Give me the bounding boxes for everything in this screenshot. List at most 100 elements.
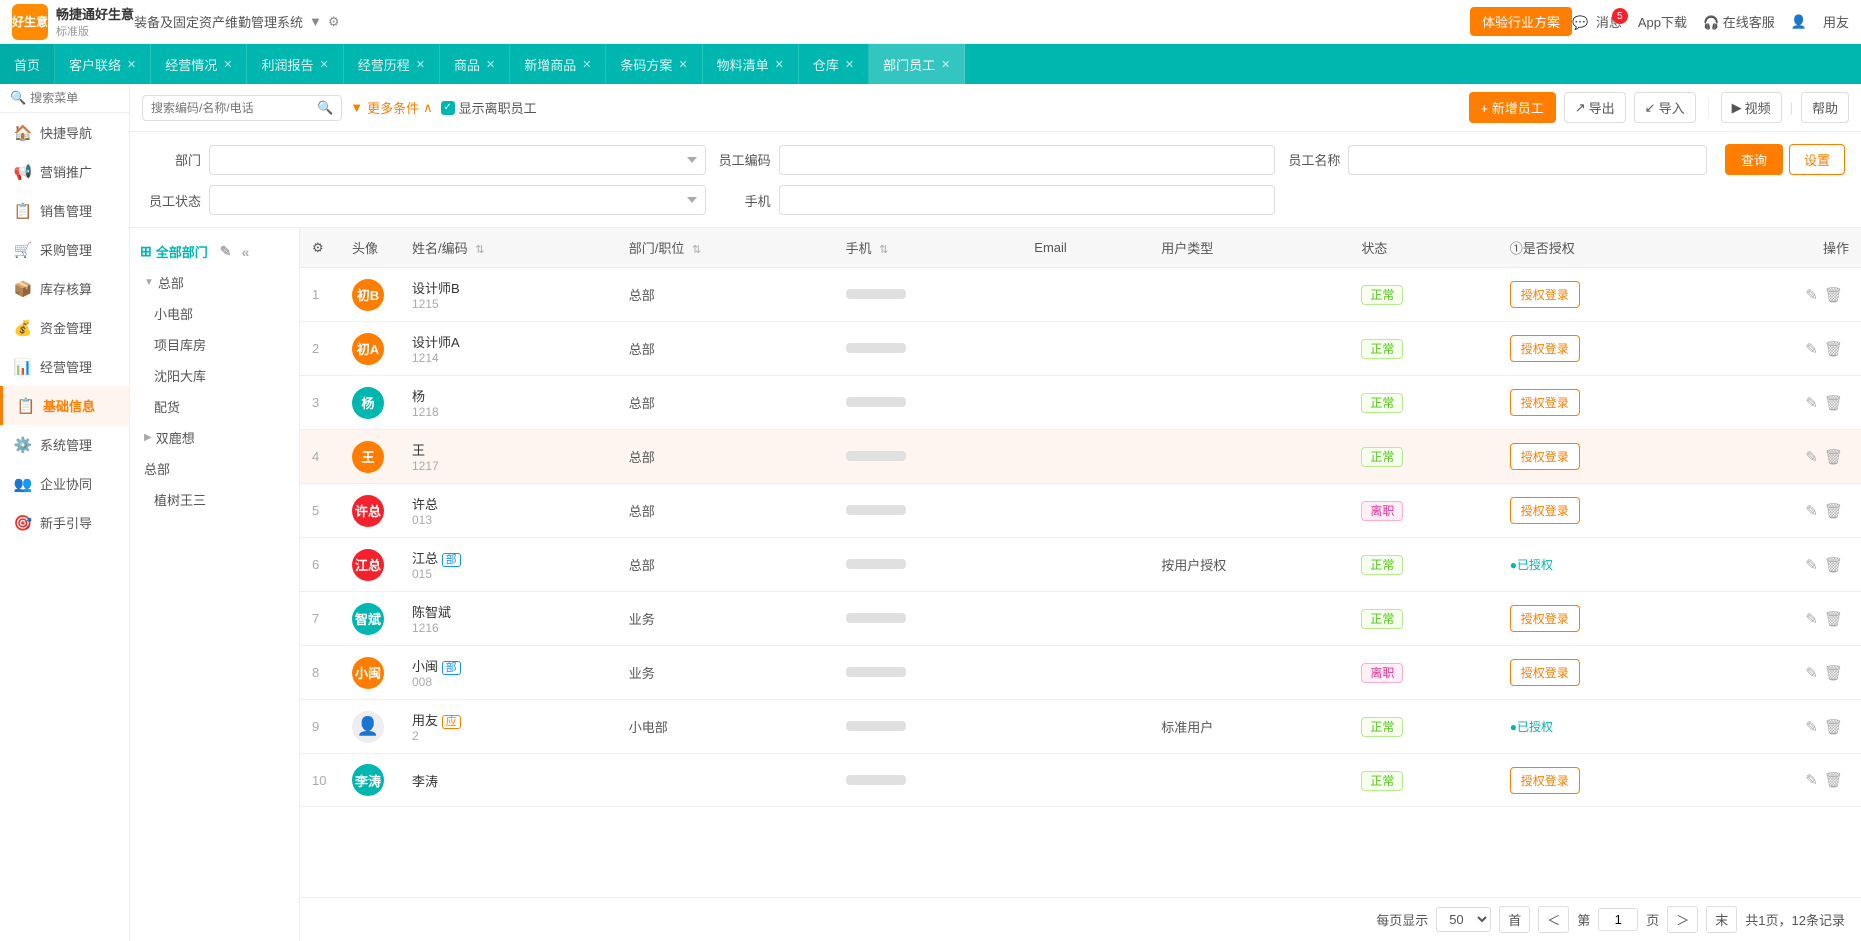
sidebar-item-basic[interactable]: 📋 基础信息	[0, 386, 129, 425]
row-auth[interactable]: 授权登录	[1498, 322, 1709, 376]
tab-warehouse[interactable]: 仓库✕	[799, 44, 869, 84]
help-btn[interactable]: 帮助	[1801, 92, 1849, 123]
settings-icon[interactable]: ⚙	[328, 14, 340, 30]
edit-icon[interactable]: ✎	[1805, 719, 1818, 736]
delete-icon[interactable]: 🗑	[1824, 287, 1843, 304]
dept-shenyang[interactable]: 沈阳大库	[130, 360, 299, 391]
col-dept-pos[interactable]: 部门/职位 ⇅	[617, 228, 834, 268]
prev-page-btn[interactable]: ＜	[1538, 906, 1569, 933]
delete-icon[interactable]: 🗑	[1824, 503, 1843, 520]
sidebar-item-marketing[interactable]: 📢 营销推广	[0, 152, 129, 191]
edit-icon[interactable]: ✎	[1805, 287, 1818, 304]
query-btn[interactable]: 查询	[1725, 144, 1783, 175]
reset-btn[interactable]: 设置	[1789, 144, 1845, 175]
sidebar-item-guide[interactable]: 🎯 新手引导	[0, 503, 129, 542]
col-name-code[interactable]: 姓名/编码 ⇅	[400, 228, 617, 268]
edit-icon[interactable]: ✎	[1805, 503, 1818, 520]
sidebar-item-collab[interactable]: 👥 企业协同	[0, 464, 129, 503]
sidebar-item-inventory[interactable]: 📦 库存核算	[0, 269, 129, 308]
dept-edit-icon[interactable]: ✎	[220, 243, 232, 260]
auth-login-btn[interactable]: 授权登录	[1510, 767, 1580, 794]
show-resigned-toggle[interactable]: ✓ 显示离职员工	[441, 98, 537, 117]
app-download[interactable]: App下载	[1638, 12, 1687, 31]
search-input[interactable]	[151, 101, 311, 115]
tab-add-goods[interactable]: 新增商品✕	[510, 44, 606, 84]
col-phone[interactable]: 手机 ⇅	[834, 228, 1023, 268]
dept-small-elec[interactable]: 小电部	[130, 298, 299, 329]
tab-history[interactable]: 经营历程✕	[344, 44, 440, 84]
delete-icon[interactable]: 🗑	[1824, 341, 1843, 358]
delete-icon[interactable]: 🗑	[1824, 611, 1843, 628]
dept-project[interactable]: 项目库房	[130, 329, 299, 360]
add-employee-btn[interactable]: + 新增员工	[1469, 92, 1556, 123]
row-auth[interactable]: 授权登录	[1498, 268, 1709, 322]
row-auth[interactable]: 授权登录	[1498, 376, 1709, 430]
delete-icon[interactable]: 🗑	[1824, 395, 1843, 412]
page-input[interactable]	[1598, 908, 1638, 931]
dept-distribution[interactable]: 配货	[130, 391, 299, 422]
import-btn[interactable]: ↙ 导入	[1634, 92, 1696, 123]
sidebar-search-input[interactable]	[30, 91, 130, 105]
sidebar-search-box[interactable]: 🔍	[0, 84, 129, 113]
sidebar-item-sales[interactable]: 📋 销售管理	[0, 191, 129, 230]
dept-collapse-icon[interactable]: «	[241, 244, 249, 260]
search-box[interactable]: 🔍	[142, 95, 342, 121]
sidebar-item-home[interactable]: 🏠 快捷导航	[0, 113, 129, 152]
emp-code-input[interactable]	[779, 145, 1276, 175]
auth-login-btn[interactable]: 授权登录	[1510, 659, 1580, 686]
edit-icon[interactable]: ✎	[1805, 341, 1818, 358]
edit-icon[interactable]: ✎	[1805, 449, 1818, 466]
dept-double-deer[interactable]: ▶ 双鹿想	[130, 422, 299, 453]
export-btn[interactable]: ↗ 导出	[1564, 92, 1626, 123]
first-page-btn[interactable]: 首	[1499, 906, 1530, 933]
tab-profit[interactable]: 利润报告✕	[247, 44, 343, 84]
auth-login-btn[interactable]: 授权登录	[1510, 389, 1580, 416]
auth-login-btn[interactable]: 授权登录	[1510, 281, 1580, 308]
edit-icon[interactable]: ✎	[1805, 395, 1818, 412]
dept-hq[interactable]: 总部	[130, 453, 299, 484]
edit-icon[interactable]: ✎	[1805, 557, 1818, 574]
auth-login-btn[interactable]: 授权登录	[1510, 443, 1580, 470]
edit-icon[interactable]: ✎	[1805, 665, 1818, 682]
last-page-btn[interactable]: 末	[1706, 906, 1737, 933]
delete-icon[interactable]: 🗑	[1824, 665, 1843, 682]
dept-general-item[interactable]: ▼ 总部	[130, 267, 299, 298]
sidebar-item-purchase[interactable]: 🛒 采购管理	[0, 230, 129, 269]
trial-button[interactable]: 体验行业方案	[1470, 7, 1572, 36]
row-auth[interactable]: 授权登录	[1498, 430, 1709, 484]
delete-icon[interactable]: 🗑	[1824, 449, 1843, 466]
col-settings[interactable]: ⚙	[300, 228, 340, 268]
dept-select[interactable]	[209, 145, 706, 175]
auth-login-btn[interactable]: 授权登录	[1510, 335, 1580, 362]
sidebar-item-system[interactable]: ⚙️ 系统管理	[0, 425, 129, 464]
message-badge[interactable]: 💬 5 消息	[1572, 12, 1622, 31]
delete-icon[interactable]: 🗑	[1824, 772, 1843, 789]
tab-department[interactable]: 部门员工✕	[869, 44, 965, 84]
per-page-select[interactable]: 50 20 100	[1436, 907, 1491, 932]
tab-barcode[interactable]: 条码方案✕	[606, 44, 702, 84]
edit-icon[interactable]: ✎	[1805, 611, 1818, 628]
sidebar-item-finance[interactable]: 💰 资金管理	[0, 308, 129, 347]
edit-icon[interactable]: ✎	[1805, 772, 1818, 789]
auth-login-btn[interactable]: 授权登录	[1510, 497, 1580, 524]
tab-customer[interactable]: 客户联络✕	[55, 44, 151, 84]
emp-status-select[interactable]	[209, 185, 706, 215]
row-auth[interactable]: 授权登录	[1498, 754, 1709, 807]
row-auth[interactable]: 授权登录	[1498, 484, 1709, 538]
tab-management[interactable]: 经营情况✕	[151, 44, 247, 84]
delete-icon[interactable]: 🗑	[1824, 557, 1843, 574]
all-dept-btn[interactable]: ⊞ 全部部门	[140, 242, 208, 261]
expand-icon[interactable]: ▼	[309, 14, 322, 29]
row-auth[interactable]: 授权登录	[1498, 592, 1709, 646]
tab-bom[interactable]: 物料清单✕	[703, 44, 799, 84]
search-icon[interactable]: 🔍	[317, 100, 333, 116]
more-filter-btn[interactable]: ▼ 更多条件 ∧	[350, 98, 432, 117]
next-page-btn[interactable]: ＞	[1667, 906, 1698, 933]
row-auth[interactable]: 授权登录	[1498, 646, 1709, 700]
auth-login-btn[interactable]: 授权登录	[1510, 605, 1580, 632]
view-btn[interactable]: ▶ 视频	[1721, 92, 1782, 123]
tab-home[interactable]: 首页	[0, 44, 55, 84]
tab-goods[interactable]: 商品✕	[440, 44, 510, 84]
resigned-checkbox[interactable]: ✓	[441, 101, 455, 115]
emp-name-input[interactable]	[1348, 145, 1707, 175]
